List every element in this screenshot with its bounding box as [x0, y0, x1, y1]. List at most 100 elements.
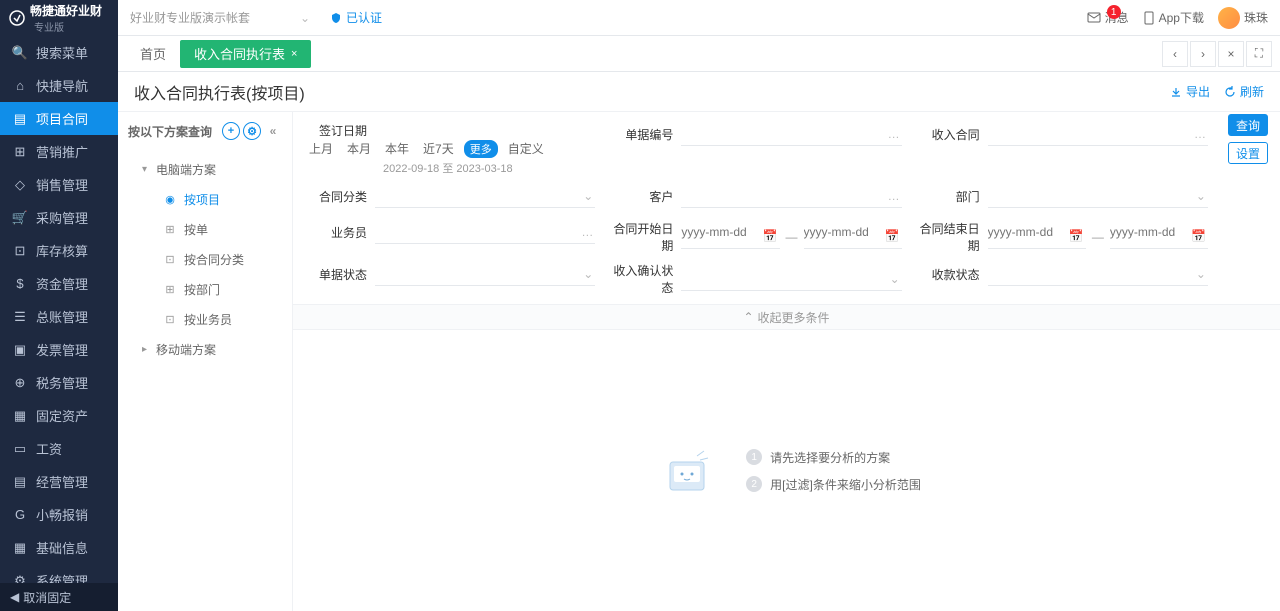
more-icon[interactable]: … [888, 189, 900, 203]
messages-button[interactable]: 消息 1 [1087, 9, 1129, 26]
nav-item-3[interactable]: ⊞营销推广 [0, 135, 118, 168]
docstatus-select[interactable]: ⌄ [375, 262, 595, 286]
export-button[interactable]: 导出 [1170, 83, 1210, 100]
calendar-icon[interactable]: 📅 [1191, 229, 1206, 243]
tree-item-0-2[interactable]: ⊡按合同分类 [118, 244, 292, 274]
category-select[interactable]: ⌄ [375, 184, 595, 208]
dept-select[interactable]: ⌄ [988, 184, 1208, 208]
customer-input[interactable]: … [681, 184, 901, 208]
nav-icon: ▭ [12, 441, 28, 457]
tab-close-all-button[interactable]: × [1218, 41, 1244, 67]
chevron-down-icon[interactable]: ⌄ [583, 267, 593, 281]
org-selector[interactable]: 好业财专业版演示帐套 ⌄ [130, 9, 310, 26]
more-icon[interactable]: … [1194, 127, 1206, 141]
docno-label: 单据编号 [611, 126, 681, 143]
date-chip-0[interactable]: 上月 [305, 139, 337, 158]
nav-item-0[interactable]: 🔍搜索菜单 [0, 36, 118, 69]
nav-item-9[interactable]: ▣发票管理 [0, 333, 118, 366]
verified-text: 已认证 [346, 9, 382, 26]
nav-icon: ⊞ [12, 144, 28, 160]
more-icon[interactable]: … [581, 225, 593, 239]
scheme-icon: ◉ [162, 191, 178, 207]
tree-item-0-3[interactable]: ⊞按部门 [118, 274, 292, 304]
nav-item-1[interactable]: ⌂快捷导航 [0, 69, 118, 102]
close-icon[interactable]: × [291, 48, 297, 60]
nav-item-7[interactable]: $资金管理 [0, 267, 118, 300]
nav-item-14[interactable]: G小畅报销 [0, 498, 118, 531]
user-name: 珠珠 [1244, 9, 1268, 26]
docno-input[interactable]: … [681, 122, 901, 146]
startdate-to-input[interactable]: 📅 [804, 225, 902, 249]
nav-item-12[interactable]: ▭工资 [0, 432, 118, 465]
tab-next-button[interactable]: › [1190, 41, 1216, 67]
nav-icon: ☰ [12, 309, 28, 325]
contract-input[interactable]: … [988, 122, 1208, 146]
tree-item-0-1[interactable]: ⊞按单 [118, 214, 292, 244]
app-label: App下载 [1159, 9, 1204, 26]
nav-icon: ▣ [12, 342, 28, 358]
date-chip-more[interactable]: 更多 [464, 140, 498, 158]
nav-item-4[interactable]: ◇销售管理 [0, 168, 118, 201]
tree-item-0-0[interactable]: ◉按项目 [118, 184, 292, 214]
nav-item-15[interactable]: ▦基础信息 [0, 531, 118, 564]
chevron-down-icon[interactable]: ⌄ [1196, 267, 1206, 281]
query-button[interactable]: 查询 [1228, 114, 1268, 136]
nav-item-13[interactable]: ▤经营管理 [0, 465, 118, 498]
settings-button[interactable]: 设置 [1228, 142, 1268, 164]
nav-item-10[interactable]: ⊕税务管理 [0, 366, 118, 399]
chevron-down-icon[interactable]: ⌄ [890, 272, 900, 286]
paystatus-label: 收款状态 [918, 266, 988, 283]
startdate-from-input[interactable]: 📅 [681, 225, 779, 249]
more-icon[interactable]: … [888, 127, 900, 141]
user-menu[interactable]: 珠珠 [1218, 7, 1268, 29]
tab-home[interactable]: 首页 [126, 40, 180, 68]
collapse-filters-button[interactable]: ⌃ 收起更多条件 [293, 304, 1280, 330]
date-chip-1[interactable]: 本月 [343, 139, 375, 158]
nav-icon: ▦ [12, 408, 28, 424]
phone-icon [1143, 11, 1155, 25]
org-name: 好业财专业版演示帐套 [130, 9, 250, 26]
verified-badge: 已认证 [330, 9, 382, 26]
nav-item-5[interactable]: 🛒采购管理 [0, 201, 118, 234]
tab-prev-button[interactable]: ‹ [1162, 41, 1188, 67]
fullscreen-button[interactable]: ⛶ [1246, 41, 1272, 67]
shield-icon [330, 12, 342, 24]
message-icon [1087, 11, 1101, 25]
refresh-button[interactable]: 刷新 [1224, 83, 1264, 100]
nav-item-11[interactable]: ▦固定资产 [0, 399, 118, 432]
chevron-down-icon[interactable]: ⌄ [583, 189, 593, 203]
collapse-panel-button[interactable]: « [264, 122, 282, 140]
scheme-icon: ⊡ [162, 251, 178, 267]
date-chip-3[interactable]: 近7天 [419, 139, 458, 158]
calendar-icon[interactable]: 📅 [885, 229, 900, 243]
tree-item-0-4[interactable]: ⊡按业务员 [118, 304, 292, 334]
gear-icon: ⚙ [247, 125, 257, 138]
calendar-icon[interactable]: 📅 [763, 229, 778, 243]
nav-icon: ⊕ [12, 375, 28, 391]
date-chip-custom[interactable]: 自定义 [504, 139, 548, 158]
app-download-button[interactable]: App下载 [1143, 9, 1204, 26]
chevron-down-icon[interactable]: ⌄ [1196, 189, 1206, 203]
tree-group-1[interactable]: ▸移动端方案 [118, 334, 292, 364]
panel-title: 按以下方案查询 [128, 123, 212, 140]
pin-bar[interactable]: ◀ 取消固定 [0, 583, 118, 611]
nav-item-2[interactable]: ▤项目合同 [0, 102, 118, 135]
paystatus-select[interactable]: ⌄ [988, 262, 1208, 286]
nav-icon: 🛒 [12, 210, 28, 226]
sign-date-label: 签订日期 [305, 122, 375, 139]
enddate-to-input[interactable]: 📅 [1110, 225, 1208, 249]
date-chip-2[interactable]: 本年 [381, 139, 413, 158]
nav-item-8[interactable]: ☰总账管理 [0, 300, 118, 333]
nav-icon: ⌂ [12, 78, 28, 94]
tree-group-0[interactable]: ▾电脑端方案 [118, 154, 292, 184]
pin-icon: ◀ [10, 590, 19, 604]
tab-contract-report[interactable]: 收入合同执行表 × [180, 40, 311, 68]
add-scheme-button[interactable]: + [222, 122, 240, 140]
settings-scheme-button[interactable]: ⚙ [243, 122, 261, 140]
nav-item-6[interactable]: ⊡库存核算 [0, 234, 118, 267]
salesman-input[interactable]: … [375, 220, 595, 244]
enddate-from-input[interactable]: 📅 [988, 225, 1086, 249]
empty-step-2: 2 用[过滤]条件来缩小分析范围 [746, 476, 921, 493]
calendar-icon[interactable]: 📅 [1069, 229, 1084, 243]
revstatus-select[interactable]: ⌄ [681, 267, 901, 291]
